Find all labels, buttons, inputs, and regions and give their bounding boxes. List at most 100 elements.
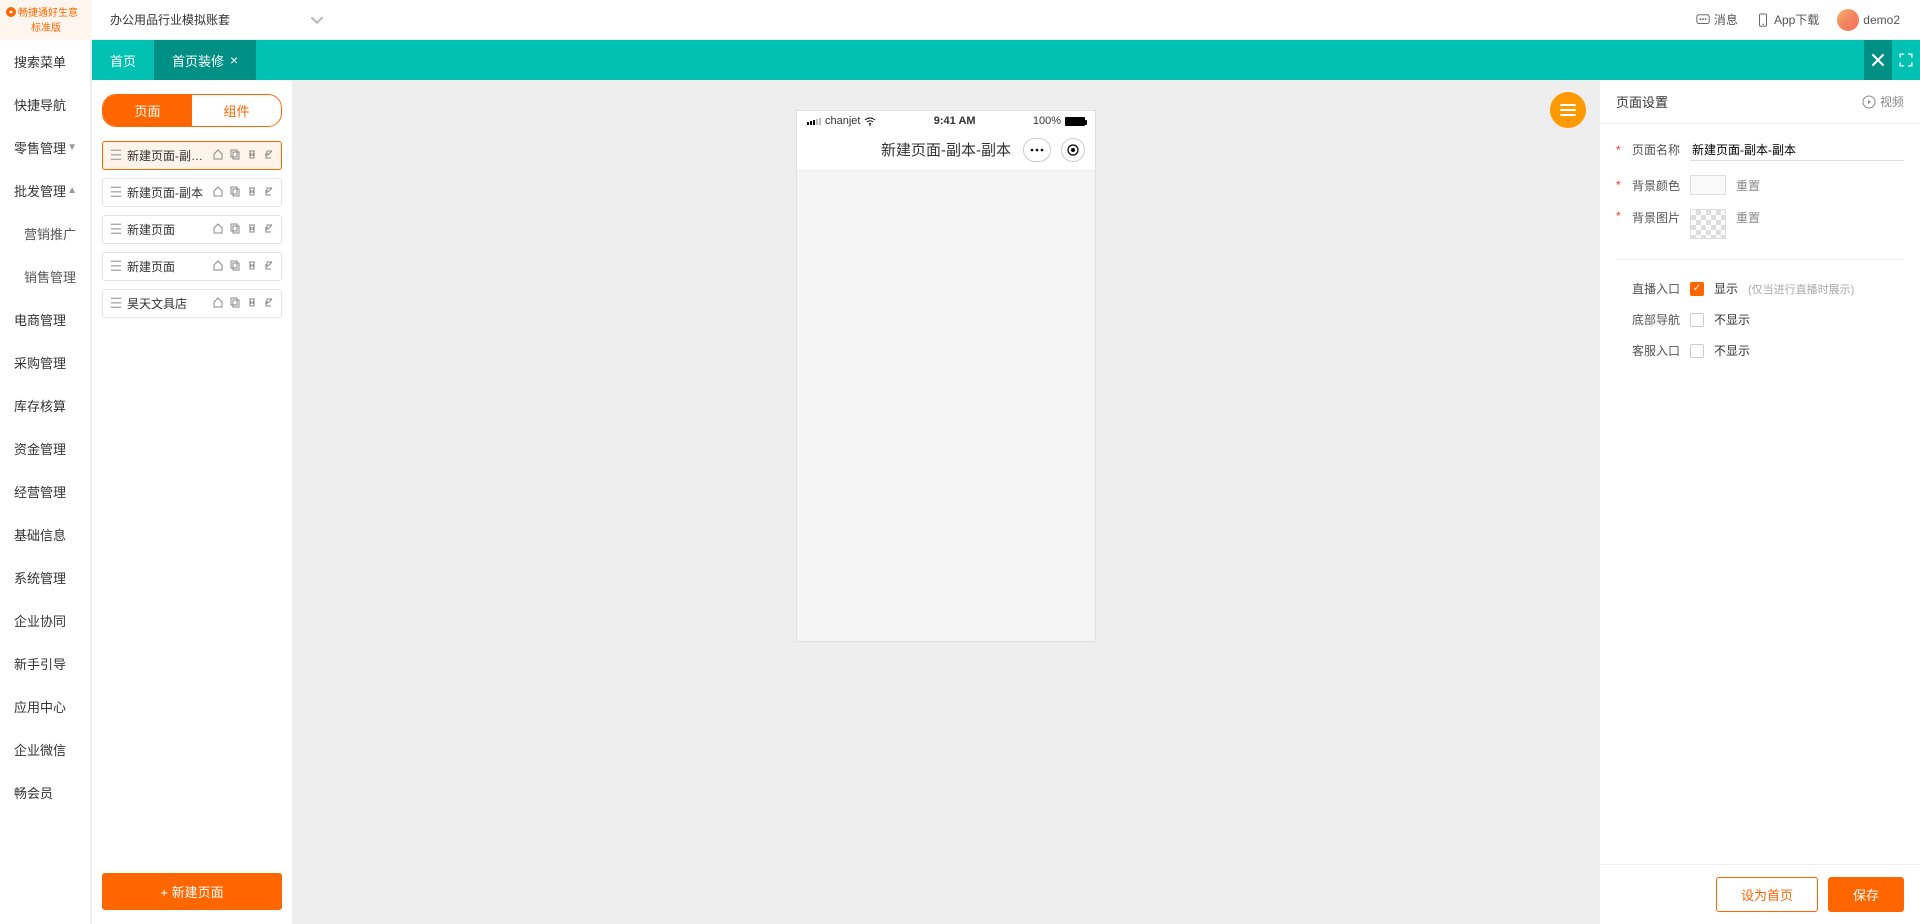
battery-label: 100% bbox=[1033, 115, 1061, 127]
delete-icon[interactable] bbox=[245, 185, 258, 200]
tab-home[interactable]: 首页 bbox=[92, 40, 154, 80]
bg-image-reset[interactable]: 重置 bbox=[1736, 209, 1760, 226]
page-row-name: 新建页面 bbox=[127, 258, 207, 275]
drag-handle-icon[interactable]: ☰ bbox=[109, 295, 123, 312]
sidebar-item-13[interactable]: 应用中心 bbox=[0, 685, 91, 728]
page-name-input[interactable] bbox=[1690, 138, 1904, 161]
service-entry-checkbox[interactable] bbox=[1690, 344, 1704, 358]
menu-fab[interactable] bbox=[1550, 92, 1586, 128]
segment-components[interactable]: 组件 bbox=[192, 95, 281, 126]
phone-preview: chanjet 9:41 AM 100% 新建页面-副本-副本 bbox=[796, 110, 1096, 642]
home-icon[interactable] bbox=[211, 148, 224, 163]
fullscreen-button[interactable] bbox=[1892, 40, 1920, 80]
share-icon[interactable] bbox=[262, 259, 275, 274]
segment-pages[interactable]: 页面 bbox=[103, 95, 192, 126]
home-icon[interactable] bbox=[211, 185, 224, 200]
drag-handle-icon[interactable]: ☰ bbox=[109, 147, 123, 164]
service-entry-label: 客服入口 bbox=[1632, 342, 1680, 359]
sidebar-item-3[interactable]: 批发管理▲ bbox=[0, 169, 91, 212]
sidebar-item-6[interactable]: 库存核算 bbox=[0, 384, 91, 427]
page-row-2[interactable]: ☰新建页面 bbox=[102, 215, 282, 244]
bg-color-swatch[interactable] bbox=[1690, 175, 1726, 195]
home-icon[interactable] bbox=[211, 222, 224, 237]
delete-icon[interactable] bbox=[245, 259, 258, 274]
page-row-name: 新建页面-副本-... bbox=[127, 147, 207, 164]
account-dropdown[interactable]: 办公用品行业模拟账套 bbox=[110, 11, 324, 28]
sidebar-item-label: 零售管理 bbox=[14, 138, 66, 157]
close-mini-button[interactable] bbox=[1061, 138, 1085, 162]
drag-handle-icon[interactable]: ☰ bbox=[109, 258, 123, 275]
delete-icon[interactable] bbox=[245, 296, 258, 311]
drag-handle-icon[interactable]: ☰ bbox=[109, 184, 123, 201]
delete-icon[interactable] bbox=[245, 148, 258, 163]
more-button[interactable] bbox=[1023, 138, 1051, 162]
mobile-icon bbox=[1756, 13, 1770, 27]
page-row-3[interactable]: ☰新建页面 bbox=[102, 252, 282, 281]
sidebar-item-label: 企业微信 bbox=[14, 740, 66, 759]
bg-image-swatch[interactable] bbox=[1690, 209, 1726, 239]
message-icon bbox=[1696, 13, 1710, 27]
required-marker: * bbox=[1616, 143, 1622, 157]
share-icon[interactable] bbox=[262, 148, 275, 163]
page-row-0[interactable]: ☰新建页面-副本-... bbox=[102, 141, 282, 170]
required-marker: * bbox=[1616, 209, 1622, 223]
sidebar-item-4[interactable]: 电商管理 bbox=[0, 298, 91, 341]
sidebar-subitem-3-1[interactable]: 销售管理 bbox=[0, 255, 91, 298]
tab-close-all-button[interactable] bbox=[1864, 40, 1892, 80]
sidebar-subitem-3-0[interactable]: 营销推广 bbox=[0, 212, 91, 255]
close-icon bbox=[1871, 53, 1885, 67]
sidebar-item-label: 电商管理 bbox=[14, 310, 66, 329]
tab-editor[interactable]: 首页装修 × bbox=[154, 40, 256, 80]
sidebar-item-label: 新手引导 bbox=[14, 654, 66, 673]
sidebar-item-label: 基础信息 bbox=[14, 525, 66, 544]
sidebar-item-15[interactable]: 畅会员 bbox=[0, 771, 91, 814]
username-label: demo2 bbox=[1863, 13, 1900, 27]
sidebar-item-12[interactable]: 新手引导 bbox=[0, 642, 91, 685]
messages-link[interactable]: 消息 bbox=[1696, 11, 1738, 28]
target-icon bbox=[1067, 144, 1079, 156]
sidebar-item-10[interactable]: 系统管理 bbox=[0, 556, 91, 599]
home-icon[interactable] bbox=[211, 296, 224, 311]
sidebar-item-label: 企业协同 bbox=[14, 611, 66, 630]
caret-icon: ▼ bbox=[67, 142, 77, 153]
sidebar-item-11[interactable]: 企业协同 bbox=[0, 599, 91, 642]
sidebar-item-2[interactable]: 零售管理▼ bbox=[0, 126, 91, 169]
bottom-nav-checkbox[interactable] bbox=[1690, 313, 1704, 327]
share-icon[interactable] bbox=[262, 222, 275, 237]
share-icon[interactable] bbox=[262, 296, 275, 311]
page-row-1[interactable]: ☰新建页面-副本 bbox=[102, 178, 282, 207]
delete-icon[interactable] bbox=[245, 222, 258, 237]
save-button[interactable]: 保存 bbox=[1828, 877, 1904, 912]
video-help-link[interactable]: 视频 bbox=[1862, 93, 1904, 110]
copy-icon[interactable] bbox=[228, 296, 241, 311]
bg-color-reset[interactable]: 重置 bbox=[1736, 177, 1760, 194]
sidebar-item-0[interactable]: 搜索菜单 bbox=[0, 40, 91, 83]
app-download-label: App下载 bbox=[1774, 11, 1819, 28]
brand-logo: 畅捷通好生意 标准版 bbox=[0, 0, 92, 40]
close-icon[interactable]: × bbox=[230, 52, 238, 68]
copy-icon[interactable] bbox=[228, 259, 241, 274]
app-download-link[interactable]: App下载 bbox=[1756, 11, 1819, 28]
sidebar-item-5[interactable]: 采购管理 bbox=[0, 341, 91, 384]
set-home-button[interactable]: 设为首页 bbox=[1716, 877, 1818, 912]
user-menu[interactable]: demo2 bbox=[1837, 9, 1900, 31]
sidebar-item-8[interactable]: 经营管理 bbox=[0, 470, 91, 513]
copy-icon[interactable] bbox=[228, 185, 241, 200]
svg-text:畅捷通好生意: 畅捷通好生意 bbox=[18, 6, 78, 19]
new-page-button[interactable]: + 新建页面 bbox=[102, 873, 282, 910]
share-icon[interactable] bbox=[262, 185, 275, 200]
live-entry-checkbox[interactable]: ✓ bbox=[1690, 282, 1704, 296]
tab-bar: 首页 首页装修 × bbox=[92, 40, 1920, 80]
copy-icon[interactable] bbox=[228, 222, 241, 237]
sidebar-item-1[interactable]: 快捷导航 bbox=[0, 83, 91, 126]
page-row-name: 新建页面-副本 bbox=[127, 184, 207, 201]
sidebar-item-7[interactable]: 资金管理 bbox=[0, 427, 91, 470]
sidebar-item-9[interactable]: 基础信息 bbox=[0, 513, 91, 556]
page-row-4[interactable]: ☰昊天文具店 bbox=[102, 289, 282, 318]
copy-icon[interactable] bbox=[228, 148, 241, 163]
home-icon[interactable] bbox=[211, 259, 224, 274]
sidebar: 搜索菜单快捷导航零售管理▼批发管理▲营销推广销售管理电商管理采购管理库存核算资金… bbox=[0, 40, 92, 924]
sidebar-item-14[interactable]: 企业微信 bbox=[0, 728, 91, 771]
phone-body[interactable] bbox=[797, 171, 1095, 641]
drag-handle-icon[interactable]: ☰ bbox=[109, 221, 123, 238]
